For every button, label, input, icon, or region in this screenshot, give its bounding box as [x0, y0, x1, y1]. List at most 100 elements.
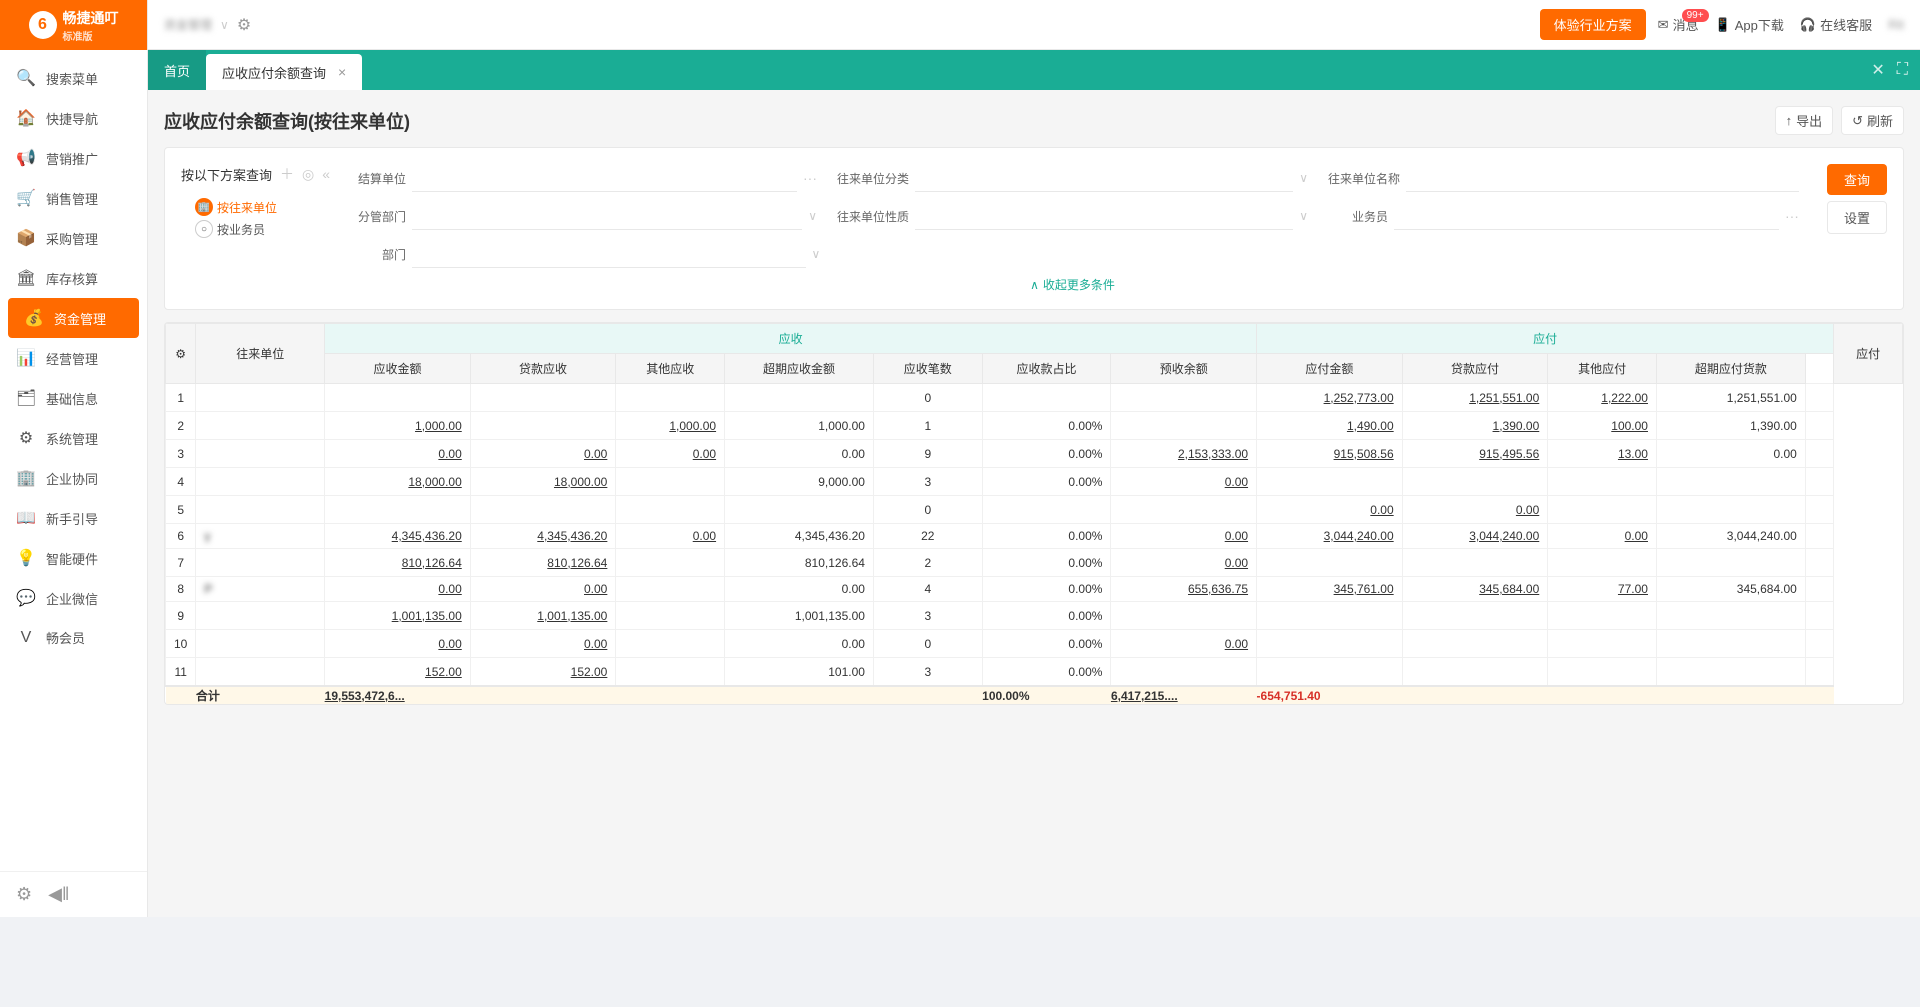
- scheme-by-partner[interactable]: 🏢 按往来单位: [189, 196, 283, 218]
- footer-ap-loan: [1402, 686, 1548, 704]
- topbar-gear-icon[interactable]: ⚙: [237, 15, 251, 35]
- settings-button[interactable]: 设置: [1827, 201, 1887, 234]
- table-row: 10 0.000.000.0000.00%0.00: [166, 630, 1903, 658]
- tab-ar-query-label: 应收应付余额查询: [222, 63, 326, 82]
- purchase-icon: 📦: [16, 228, 36, 248]
- filter-add-icon[interactable]: ＋: [280, 164, 294, 184]
- scheme-salesperson-icon: ○: [195, 220, 213, 238]
- page-actions: ↑ 导出 ↺ 刷新: [1775, 106, 1904, 135]
- sidebar-item-smart[interactable]: 💡 智能硬件: [0, 538, 147, 578]
- sidebar-settings-icon[interactable]: ⚙: [16, 884, 32, 905]
- query-button[interactable]: 查询: [1827, 164, 1887, 195]
- filter-row-2: 分管部门 ∨ 往来单位性质 ∨ 业务员 ···: [346, 202, 1799, 230]
- logo-icon: 6: [29, 11, 57, 39]
- ar-prepay-header: 预收余额: [1111, 354, 1257, 384]
- sidebar-item-basic-info[interactable]: 🗂 基础信息: [0, 378, 147, 418]
- sidebar-item-search[interactable]: 🔍 搜索菜单: [0, 58, 147, 98]
- salesperson-dots[interactable]: ···: [1785, 208, 1799, 224]
- dept-chevron[interactable]: ∨: [812, 247, 821, 261]
- sales-label: 销售管理: [46, 189, 98, 208]
- tab-home[interactable]: 首页: [148, 50, 206, 90]
- sidebar-item-member[interactable]: V 畅会员: [0, 618, 147, 657]
- ap-loan-header: 贷款应付: [1402, 354, 1548, 384]
- table-row: 6γ4,345,436.204,345,436.200.004,345,436.…: [166, 524, 1903, 549]
- filter-arrow-icon[interactable]: «: [322, 166, 330, 182]
- filter-row-1: 结算单位 ··· 往来单位分类 ∨ 往来单位名称: [346, 164, 1799, 192]
- filter-area: 按以下方案查询 ＋ ◎ « 🏢 按往来单位: [164, 147, 1904, 310]
- dept-input[interactable]: [412, 240, 805, 268]
- partner-nature-chevron[interactable]: ∨: [1299, 209, 1308, 223]
- footer-ap-cont: [1805, 686, 1833, 704]
- message-icon: ✉: [1658, 17, 1669, 33]
- sidebar-item-quick-nav[interactable]: 🏠 快捷导航: [0, 98, 147, 138]
- tabbar-close-icon[interactable]: ✕: [1871, 60, 1884, 80]
- sidebar-item-enterprise[interactable]: 🏢 企业协同: [0, 458, 147, 498]
- tab-close-icon[interactable]: ×: [338, 64, 346, 80]
- quick-nav-label: 快捷导航: [46, 109, 98, 128]
- table-row: 7 810,126.64810,126.64810,126.6420.00%0.…: [166, 549, 1903, 577]
- sidebar-item-finance[interactable]: 💰 资金管理: [8, 298, 139, 338]
- user-info[interactable]: Rit: [1888, 17, 1904, 32]
- filter-managing-dept: 分管部门 ∨: [346, 202, 817, 230]
- ap-cont-header: 应付: [1834, 324, 1903, 384]
- footer-ar-overdue: [725, 686, 874, 704]
- app-download-button[interactable]: 📱 App下载: [1715, 15, 1784, 34]
- refresh-label: 刷新: [1867, 111, 1893, 130]
- search-label: 搜索菜单: [46, 69, 98, 88]
- managing-dept-label: 分管部门: [346, 208, 406, 225]
- main-content: 应收应付余额查询(按往来单位) ↑ 导出 ↺ 刷新 按以下方案查询 ＋ ◎ «: [148, 90, 1920, 917]
- salesperson-input[interactable]: [1394, 202, 1779, 230]
- sidebar-item-inventory[interactable]: 🏛 库存核算: [0, 258, 147, 298]
- data-table: ⚙ 往来单位 应收 应付 应付 应收金额 贷款应收 其他应收 超期应收金额 应收…: [165, 323, 1903, 704]
- sidebar-item-wechat[interactable]: 💬 企业微信: [0, 578, 147, 618]
- service-button[interactable]: 🎧 在线客服: [1800, 15, 1872, 34]
- refresh-button[interactable]: ↺ 刷新: [1841, 106, 1904, 135]
- partner-category-input[interactable]: [915, 164, 1293, 192]
- topbar-right: ✉ 消息 99+ 📱 App下载 🎧 在线客服 Rit: [1658, 15, 1904, 34]
- settlement-unit-dots[interactable]: ···: [803, 170, 817, 186]
- message-button[interactable]: ✉ 消息 99+: [1658, 15, 1699, 34]
- search-icon: 🔍: [16, 68, 36, 88]
- sidebar-item-marketing[interactable]: 📢 营销推广: [0, 138, 147, 178]
- table-settings-header[interactable]: ⚙: [166, 324, 196, 384]
- basic-info-icon: 🗂: [16, 388, 36, 408]
- sidebar-item-purchase[interactable]: 📦 采购管理: [0, 218, 147, 258]
- promo-button[interactable]: 体验行业方案: [1540, 9, 1646, 40]
- partner-category-chevron[interactable]: ∨: [1299, 171, 1308, 185]
- topbar-path-text: 资金管理: [164, 16, 212, 33]
- footer-ar-count: [873, 686, 982, 704]
- tabbar-expand-icon[interactable]: ⛶: [1897, 61, 1908, 79]
- topbar: 资金管理 ∨ ⚙ 体验行业方案 ✉ 消息 99+ 📱 App下载 🎧 在线客服 …: [148, 0, 1920, 50]
- partner-name-input[interactable]: [1406, 164, 1799, 192]
- ar-amount-header: 应收金额: [325, 354, 471, 384]
- table-row: 8P0.000.000.0040.00%655,636.75345,761.00…: [166, 577, 1903, 602]
- tabbar: 首页 应收应付余额查询 × ✕ ⛶: [148, 50, 1920, 90]
- partner-name-label: 往来单位名称: [1328, 170, 1400, 187]
- sidebar-item-operations[interactable]: 📊 经营管理: [0, 338, 147, 378]
- inventory-label: 库存核算: [46, 269, 98, 288]
- wechat-icon: 💬: [16, 588, 36, 608]
- scheme-by-salesperson[interactable]: ○ 按业务员: [189, 218, 271, 240]
- filter-settings-icon[interactable]: ◎: [302, 166, 314, 183]
- basic-info-label: 基础信息: [46, 389, 98, 408]
- tab-ar-query[interactable]: 应收应付余额查询 ×: [206, 54, 362, 90]
- footer-ap-amount: -654,751.40: [1257, 686, 1403, 704]
- sidebar-collapse-icon[interactable]: ◀‖: [48, 884, 69, 905]
- table-row: 5 00.000.00: [166, 496, 1903, 524]
- sidebar-item-sales[interactable]: 🛒 销售管理: [0, 178, 147, 218]
- message-badge: 99+: [1682, 9, 1709, 22]
- ap-other-header: 其他应付: [1548, 354, 1657, 384]
- sidebar-item-guide[interactable]: 📖 新手引导: [0, 498, 147, 538]
- footer-ap-overdue: [1656, 686, 1805, 704]
- settlement-unit-input[interactable]: [412, 164, 797, 192]
- table-row: 1 01,252,773.001,251,551.001,222.001,251…: [166, 384, 1903, 412]
- collapse-button[interactable]: ∧ 收起更多条件: [346, 276, 1799, 293]
- sidebar-item-system[interactable]: ⚙ 系统管理: [0, 418, 147, 458]
- table-row: 4 18,000.0018,000.009,000.0030.00%0.00: [166, 468, 1903, 496]
- payable-group-header: 应付: [1257, 324, 1834, 354]
- managing-dept-input[interactable]: [412, 202, 802, 230]
- export-button[interactable]: ↑ 导出: [1775, 106, 1834, 135]
- managing-dept-chevron[interactable]: ∨: [808, 209, 817, 223]
- collapse-label: 收起更多条件: [1043, 276, 1115, 293]
- partner-nature-input[interactable]: [915, 202, 1293, 230]
